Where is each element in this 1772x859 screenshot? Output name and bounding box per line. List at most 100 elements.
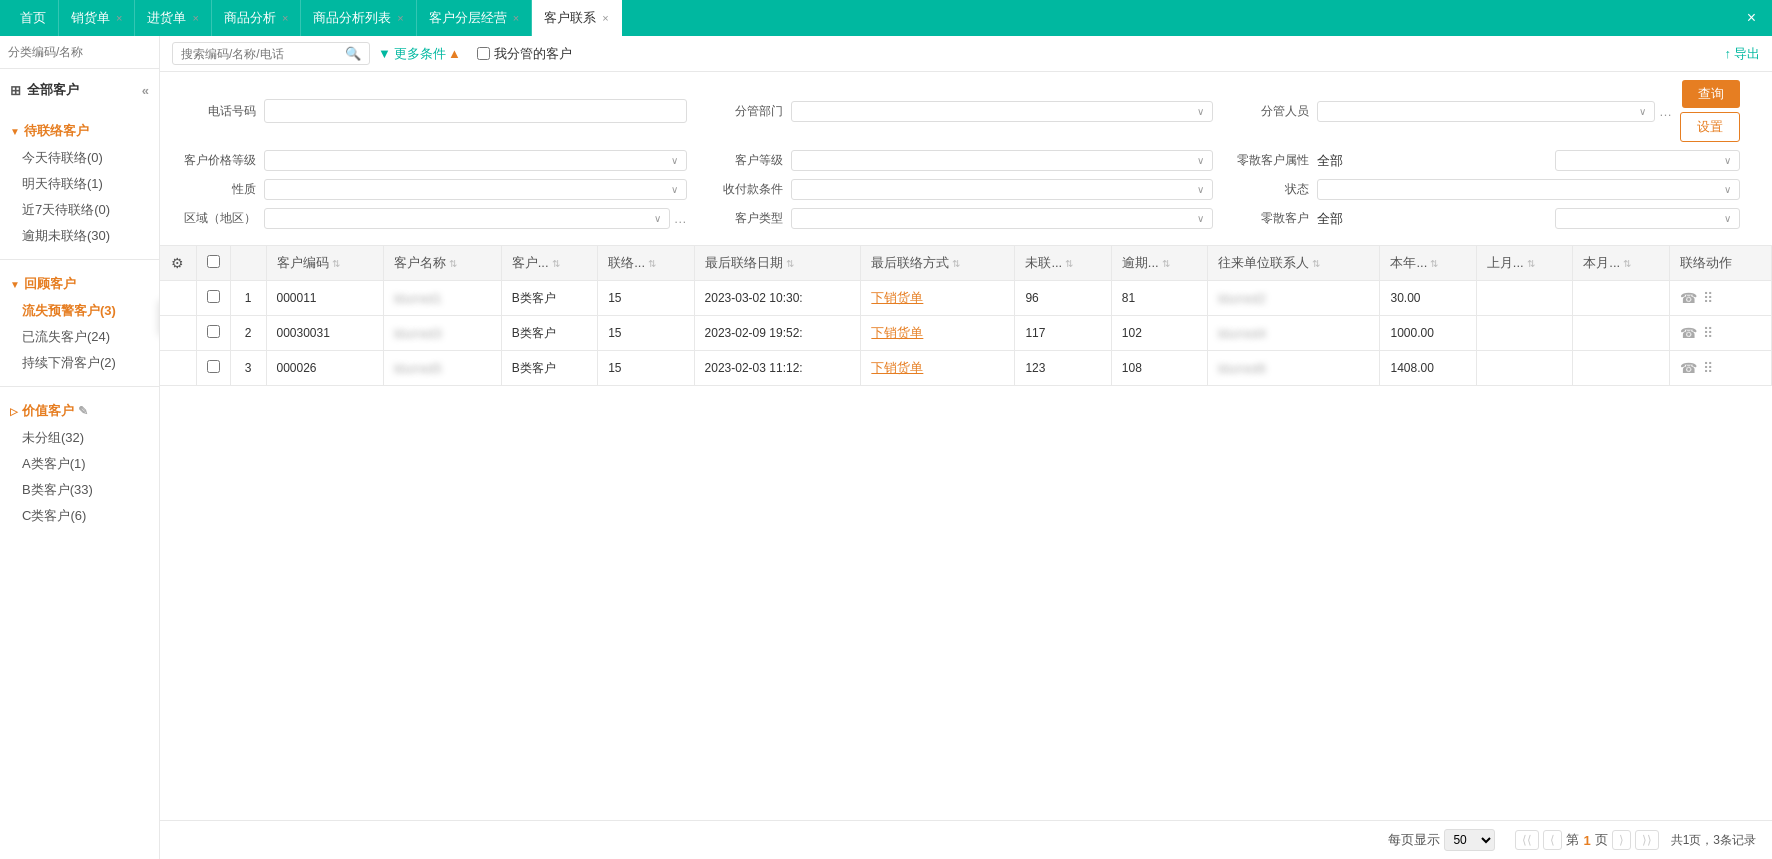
my-customers-checkbox[interactable]	[477, 47, 490, 60]
contact-icon[interactable]: ☎	[1680, 325, 1697, 341]
dept-select[interactable]: ∨	[791, 101, 1214, 122]
sidebar-item-churn-warning[interactable]: 流失预警客户(3)	[0, 298, 159, 324]
tab-product-analysis[interactable]: 商品分析 ×	[212, 0, 301, 36]
last-contact-method-column-header[interactable]: 最后联络方式 ⇅	[861, 246, 1015, 281]
phone-input[interactable]	[264, 99, 687, 123]
more-action-icon[interactable]: ⠿	[1703, 360, 1713, 376]
region-more-icon[interactable]: …	[674, 211, 687, 226]
nature-select[interactable]: ∨	[264, 179, 687, 200]
code-column-header[interactable]: 客户编码 ⇅	[266, 246, 384, 281]
customer-level-select[interactable]: ∨	[791, 150, 1214, 171]
row-name: blurred5	[384, 351, 502, 386]
settings-column-header[interactable]: ⚙	[160, 246, 196, 281]
contact-icon[interactable]: ☎	[1680, 360, 1697, 376]
tab-customer-contact[interactable]: 客户联系 ×	[532, 0, 621, 36]
last-month-column-header[interactable]: 上月... ⇅	[1476, 246, 1572, 281]
close-icon[interactable]: ×	[282, 12, 288, 24]
close-icon[interactable]: ×	[513, 12, 519, 24]
more-action-icon[interactable]: ⠿	[1703, 325, 1713, 341]
select-all-checkbox[interactable]	[207, 255, 220, 268]
type-column-header[interactable]: 客户... ⇅	[501, 246, 597, 281]
tab-product-analysis-list[interactable]: 商品分析列表 ×	[301, 0, 416, 36]
sidebar-item-class-a[interactable]: A类客户(1)	[0, 451, 159, 477]
prev-page-button[interactable]: ⟨	[1543, 830, 1562, 850]
close-icon[interactable]: ×	[397, 12, 403, 24]
next-page-button[interactable]: ⟩	[1612, 830, 1631, 850]
contacts-column-header[interactable]: 联络... ⇅	[598, 246, 694, 281]
row-this-year: 1000.00	[1380, 316, 1476, 351]
sidebar-item-class-b[interactable]: B类客户(33)	[0, 477, 159, 503]
sidebar-item-ungrouped[interactable]: 未分组(32)	[0, 425, 159, 451]
sidebar-search-input[interactable]	[8, 45, 158, 59]
unit-contact-column-header[interactable]: 往来单位联系人 ⇅	[1208, 246, 1380, 281]
last-contact-date-column-header[interactable]: 最后联络日期 ⇅	[694, 246, 861, 281]
action-column-header: 联络动作	[1669, 246, 1771, 281]
arrow-right-icon: ▷	[10, 406, 18, 417]
payment-select[interactable]: ∨	[791, 179, 1214, 200]
sort-icon: ⇅	[552, 258, 560, 269]
this-year-column-header[interactable]: 本年... ⇅	[1380, 246, 1476, 281]
row-checkbox[interactable]	[207, 325, 220, 338]
this-month-column-header[interactable]: 本月... ⇅	[1573, 246, 1669, 281]
customer-type-select[interactable]: ∨	[791, 208, 1214, 229]
row-last-month	[1476, 281, 1572, 316]
close-icon[interactable]: ×	[192, 12, 198, 24]
row-checkbox[interactable]	[207, 360, 220, 373]
more-conditions-button[interactable]: ▼ 更多条件 ▲	[378, 45, 461, 63]
sidebar-divider	[0, 259, 159, 260]
sidebar-group-title-pending[interactable]: ▼ 待联络客户	[0, 117, 159, 145]
sidebar-group-title-value[interactable]: ▷ 价值客户 ✎	[0, 397, 159, 425]
settings-button[interactable]: 设置	[1680, 112, 1740, 142]
more-options-icon[interactable]: …	[1659, 104, 1672, 119]
sidebar-item-declining[interactable]: 持续下滑客户(2)	[0, 350, 159, 376]
close-icon[interactable]: ×	[602, 12, 608, 24]
sidebar-item-7days[interactable]: 近7天待联络(0)	[0, 197, 159, 223]
row-this-month	[1573, 281, 1669, 316]
edit-icon[interactable]: ✎	[78, 404, 88, 418]
contact-icon[interactable]: ☎	[1680, 290, 1697, 306]
last-page-button[interactable]: ⟩⟩	[1635, 830, 1659, 850]
query-button[interactable]: 查询	[1682, 80, 1740, 108]
sidebar-item-today[interactable]: 今天待联络(0)	[0, 145, 159, 171]
tab-purchase[interactable]: 进货单 ×	[135, 0, 211, 36]
sidebar-item-tomorrow[interactable]: 明天待联络(1)	[0, 171, 159, 197]
chevron-down-icon: ∨	[1197, 155, 1204, 166]
tab-home[interactable]: 首页	[8, 0, 59, 36]
overdue-column-header[interactable]: 逾期... ⇅	[1111, 246, 1207, 281]
sidebar-item-overdue[interactable]: 逾期未联络(30)	[0, 223, 159, 249]
row-settings	[160, 351, 196, 386]
per-page-select[interactable]: 50 100 200	[1444, 829, 1495, 851]
sidebar-group-title-review[interactable]: ▼ 回顾客户	[0, 270, 159, 298]
manager-select[interactable]: ∨	[1317, 101, 1655, 122]
export-button[interactable]: ↑ 导出	[1725, 45, 1761, 63]
retail-attr-select[interactable]: ∨	[1555, 150, 1740, 171]
row-action: ☎ ⠿	[1669, 281, 1771, 316]
retail-select[interactable]: ∨	[1555, 208, 1740, 229]
sort-icon: ⇅	[1162, 258, 1170, 269]
not-contacted-column-header[interactable]: 未联... ⇅	[1015, 246, 1111, 281]
customer-level-label: 客户等级	[703, 152, 783, 169]
more-action-icon[interactable]: ⠿	[1703, 290, 1713, 306]
sort-icon: ⇅	[1623, 258, 1631, 269]
close-icon[interactable]: ×	[116, 12, 122, 24]
sidebar-item-churned[interactable]: 已流失客户(24)	[0, 324, 159, 350]
window-close-button[interactable]: ×	[1739, 9, 1764, 27]
first-page-button[interactable]: ⟨⟨	[1515, 830, 1539, 850]
region-select[interactable]: ∨	[264, 208, 670, 229]
tab-sales[interactable]: 销货单 ×	[59, 0, 135, 36]
chevron-left-icon: «	[142, 83, 149, 98]
price-level-select[interactable]: ∨	[264, 150, 687, 171]
filter-nature: 性质 ∨	[176, 179, 687, 200]
gear-icon[interactable]: ⚙	[171, 255, 184, 271]
current-page-number: 1	[1583, 833, 1590, 848]
sidebar-item-class-c[interactable]: C类客户(6)	[0, 503, 159, 529]
tab-customer-layer[interactable]: 客户分层经营 ×	[417, 0, 532, 36]
row-this-year: 1408.00	[1380, 351, 1476, 386]
row-checkbox[interactable]	[207, 290, 220, 303]
sidebar-all-customers[interactable]: ⊞ 全部客户 «	[0, 75, 159, 105]
filter-search-input[interactable]	[181, 47, 341, 61]
status-select[interactable]: ∨	[1317, 179, 1740, 200]
row-action: ☎ ⠿	[1669, 316, 1771, 351]
table-body: 1 000011 blurred1 B类客户 15 2023-03-02 10:…	[160, 281, 1772, 386]
name-column-header[interactable]: 客户名称 ⇅	[384, 246, 502, 281]
